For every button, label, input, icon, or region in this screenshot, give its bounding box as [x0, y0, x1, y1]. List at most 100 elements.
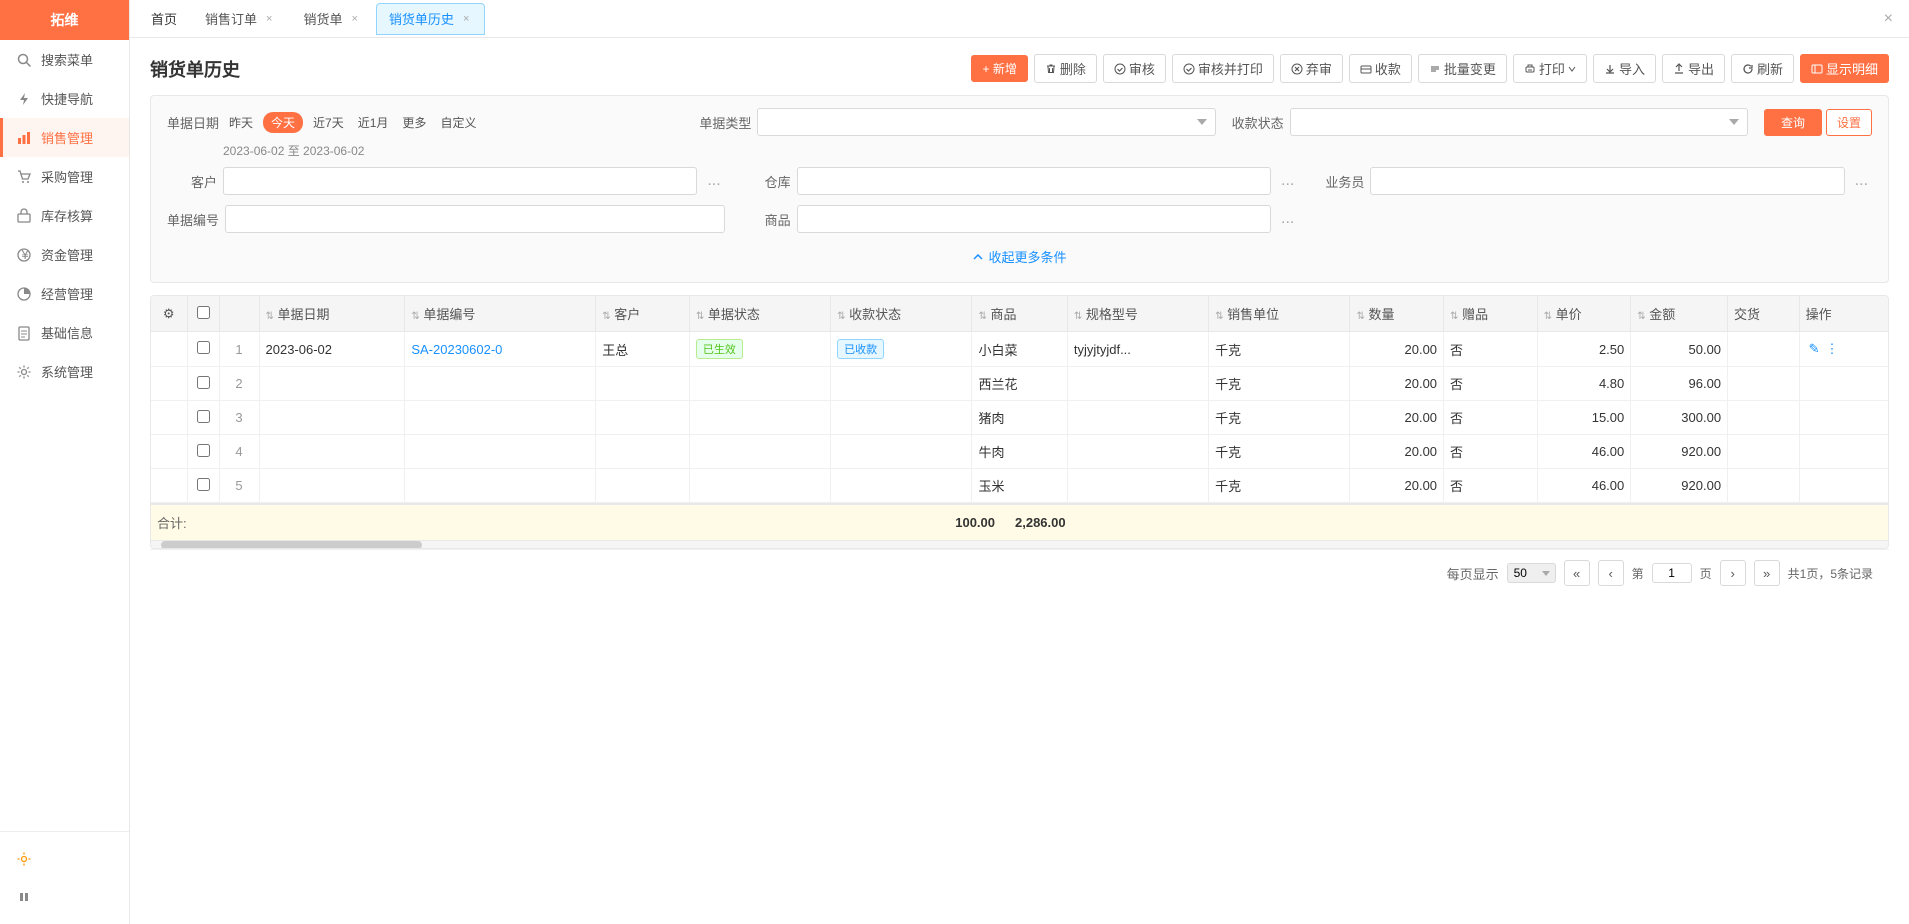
sidebar-item-operation-mgmt[interactable]: 经营管理 — [0, 274, 129, 313]
sidebar-item-label: 销售管理 — [41, 128, 93, 147]
tab-sales-history[interactable]: 销货单历史 × — [376, 3, 485, 35]
row-checkbox[interactable] — [197, 410, 210, 423]
col-qty-header[interactable]: ⇅ 数量 — [1350, 296, 1444, 332]
tab-sales-goods-label: 销货单 — [303, 9, 342, 28]
col-customer-header[interactable]: ⇅ 客户 — [596, 296, 690, 332]
goods-input[interactable] — [797, 205, 1271, 233]
filter-date-item: 单据日期 昨天 今天 近7天 近1月 更多 自定义 — [167, 112, 683, 133]
sidebar-item-quick-nav[interactable]: 快捷导航 — [0, 79, 129, 118]
col-date-header[interactable]: ⇅ 单据日期 — [259, 296, 405, 332]
collect-button[interactable]: 收款 — [1349, 54, 1412, 83]
page-last-btn[interactable]: » — [1754, 560, 1780, 586]
delete-button[interactable]: 删除 — [1034, 54, 1097, 83]
col-delivery-header[interactable]: 交货 — [1728, 296, 1800, 332]
batch-change-button[interactable]: 批量变更 — [1418, 54, 1507, 83]
date-custom[interactable]: 自定义 — [436, 112, 480, 133]
row-checkbox-cell[interactable] — [187, 469, 219, 503]
doc-no-link[interactable]: SA-20230602-0 — [411, 342, 502, 357]
col-checkbox[interactable] — [187, 296, 219, 332]
row-checkbox[interactable] — [197, 444, 210, 457]
date-today[interactable]: 今天 — [263, 112, 303, 133]
import-button[interactable]: 导入 — [1593, 54, 1656, 83]
show-detail-button[interactable]: 显示明细 — [1800, 54, 1889, 83]
page-number-input[interactable] — [1652, 563, 1692, 583]
col-spec-header[interactable]: ⇅ 规格型号 — [1067, 296, 1208, 332]
row-checkbox-cell[interactable] — [187, 367, 219, 401]
col-price-header[interactable]: ⇅ 单价 — [1537, 296, 1631, 332]
row-delivery — [1728, 332, 1800, 367]
sidebar-pause-btn[interactable] — [0, 878, 129, 916]
page-first-btn[interactable]: « — [1564, 560, 1590, 586]
goods-picker-btn[interactable]: ... — [1277, 210, 1298, 228]
audit-print-button[interactable]: 审核并打印 — [1172, 54, 1274, 83]
sidebar-item-finance-mgmt[interactable]: ¥ 资金管理 — [0, 235, 129, 274]
doctype-select[interactable] — [757, 108, 1215, 136]
scrollbar-thumb[interactable] — [161, 541, 422, 549]
col-gift-header[interactable]: ⇅ 赠品 — [1444, 296, 1538, 332]
page-next-btn[interactable]: › — [1720, 560, 1746, 586]
tabs-close-all-btn[interactable]: × — [1876, 6, 1901, 32]
row-docno[interactable] — [405, 469, 596, 503]
tab-sales-goods[interactable]: 销货单 × — [290, 3, 373, 35]
audit-button[interactable]: 审核 — [1103, 54, 1166, 83]
collectstatus-select[interactable] — [1290, 108, 1748, 136]
col-collectstatus-header[interactable]: ⇅ 收款状态 — [831, 296, 972, 332]
footer-total-amount: 2,286.00 — [1015, 515, 1066, 530]
tab-sales-goods-close[interactable]: × — [348, 12, 360, 26]
warehouse-picker-btn[interactable]: ... — [1277, 172, 1298, 190]
date-yesterday[interactable]: 昨天 — [225, 112, 257, 133]
date-1month[interactable]: 近1月 — [354, 112, 393, 133]
export-button[interactable]: 导出 — [1662, 54, 1725, 83]
sidebar-settings-btn[interactable] — [0, 840, 129, 878]
salesman-input[interactable] — [1370, 167, 1844, 195]
horizontal-scrollbar[interactable] — [151, 540, 1888, 548]
row-checkbox[interactable] — [197, 376, 210, 389]
sidebar-item-purchase-mgmt[interactable]: 采购管理 — [0, 157, 129, 196]
row-checkbox-cell[interactable] — [187, 401, 219, 435]
sidebar-item-search-menu[interactable]: 搜索菜单 — [0, 40, 129, 79]
tab-sales-order[interactable]: 销售订单 × — [192, 3, 288, 35]
sidebar-item-inventory[interactable]: 库存核算 — [0, 196, 129, 235]
collapse-filter-btn[interactable]: 收起更多条件 — [167, 243, 1872, 270]
row-docno[interactable]: SA-20230602-0 — [405, 332, 596, 367]
salesman-picker-btn[interactable]: ... — [1851, 172, 1872, 190]
row-checkbox-cell[interactable] — [187, 332, 219, 367]
abandon-button[interactable]: 弃审 — [1280, 54, 1343, 83]
customer-input[interactable] — [223, 167, 697, 195]
warehouse-input[interactable] — [797, 167, 1271, 195]
tab-home[interactable]: 首页 — [138, 3, 190, 35]
edit-action-btn[interactable]: ✎ — [1806, 341, 1823, 357]
col-goods-header[interactable]: ⇅ 商品 — [972, 296, 1067, 332]
tab-sales-order-close[interactable]: × — [263, 12, 275, 26]
col-amount-header[interactable]: ⇅ 金额 — [1631, 296, 1728, 332]
row-checkbox[interactable] — [197, 341, 210, 354]
page-size-select[interactable]: 50 100 — [1507, 563, 1556, 583]
new-button[interactable]: + 新增 — [971, 55, 1027, 82]
main-area: 首页 销售订单 × 销货单 × 销货单历史 × × 销货单历史 + 新增 — [130, 0, 1909, 924]
select-all-checkbox[interactable] — [197, 306, 210, 319]
docno-input[interactable] — [225, 205, 725, 233]
sidebar-item-sales-mgmt[interactable]: 销售管理 — [0, 118, 129, 157]
page-prev-btn[interactable]: ‹ — [1598, 560, 1624, 586]
row-docno[interactable] — [405, 435, 596, 469]
col-settings[interactable]: ⚙ — [151, 296, 187, 332]
refresh-button[interactable]: 刷新 — [1731, 54, 1794, 83]
row-docno[interactable] — [405, 367, 596, 401]
row-checkbox[interactable] — [197, 478, 210, 491]
total-info: 共1页，5条记录 — [1788, 565, 1873, 582]
col-docno-header[interactable]: ⇅ 单据编号 — [405, 296, 596, 332]
print-button[interactable]: 打印 — [1513, 54, 1587, 83]
row-checkbox-cell[interactable] — [187, 435, 219, 469]
row-docno[interactable] — [405, 401, 596, 435]
settings-filter-button[interactable]: 设置 — [1826, 109, 1872, 136]
customer-picker-btn[interactable]: ... — [703, 172, 724, 190]
tab-sales-history-close[interactable]: × — [460, 12, 472, 26]
query-button[interactable]: 查询 — [1764, 109, 1822, 136]
more-action-btn[interactable]: ⋮ — [1823, 341, 1842, 357]
date-7days[interactable]: 近7天 — [309, 112, 348, 133]
col-docstatus-header[interactable]: ⇅ 单据状态 — [689, 296, 830, 332]
sidebar-item-system-mgmt[interactable]: 系统管理 — [0, 352, 129, 391]
sidebar-item-basic-info[interactable]: 基础信息 — [0, 313, 129, 352]
date-more[interactable]: 更多 — [398, 112, 430, 133]
col-unit-header[interactable]: ⇅ 销售单位 — [1209, 296, 1350, 332]
